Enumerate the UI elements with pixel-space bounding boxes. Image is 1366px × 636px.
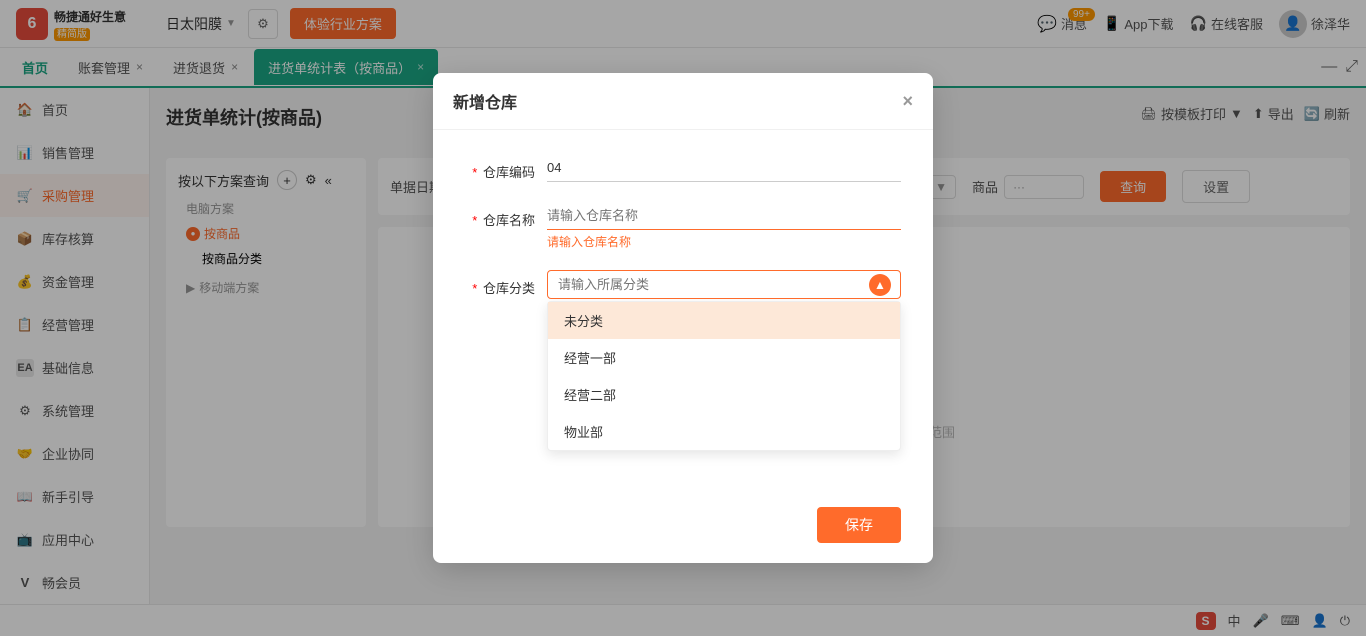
category-dropdown: 未分类 经营一部 经营二部 物业部 [547,301,901,451]
warehouse-category-label: * 仓库分类 [465,270,535,297]
warehouse-name-label: * 仓库名称 [465,202,535,229]
category-select-wrapper: ▲ [547,270,901,299]
required-mark: * [472,165,477,180]
dropdown-item-dept2[interactable]: 经营二部 [548,376,900,413]
save-button[interactable]: 保存 [817,507,901,543]
dropdown-item-uncategorized[interactable]: 未分类 [548,302,900,339]
add-warehouse-dialog: 新增仓库 × * 仓库编码 * 仓库名称 [433,73,933,563]
warehouse-name-error: 请输入仓库名称 [547,233,901,250]
dialog-footer: 保存 [433,495,933,563]
warehouse-name-control: 请输入仓库名称 [547,202,901,250]
dialog-title: 新增仓库 [453,89,517,113]
required-mark2: * [472,213,477,228]
dialog-header: 新增仓库 × [433,73,933,130]
warehouse-category-control: ▲ 未分类 经营一部 经营二部 物业部 [547,270,901,451]
warehouse-category-input[interactable] [547,270,901,299]
warehouse-code-row: * 仓库编码 [465,154,901,182]
dropdown-item-dept1[interactable]: 经营一部 [548,339,900,376]
warehouse-name-row: * 仓库名称 请输入仓库名称 [465,202,901,250]
modal-overlay: 新增仓库 × * 仓库编码 * 仓库名称 [0,0,1366,636]
dialog-close-icon[interactable]: × [902,91,913,112]
category-arrow-icon[interactable]: ▲ [869,274,891,296]
required-mark3: * [472,281,477,296]
warehouse-code-label: * 仓库编码 [465,154,535,181]
warehouse-code-control [547,154,901,182]
warehouse-category-row: * 仓库分类 ▲ 未分类 经营一部 [465,270,901,451]
warehouse-code-input[interactable] [547,154,901,182]
dropdown-item-dept3[interactable]: 物业部 [548,413,900,450]
dialog-body: * 仓库编码 * 仓库名称 请输入仓库名称 [433,130,933,495]
warehouse-name-input[interactable] [547,202,901,230]
